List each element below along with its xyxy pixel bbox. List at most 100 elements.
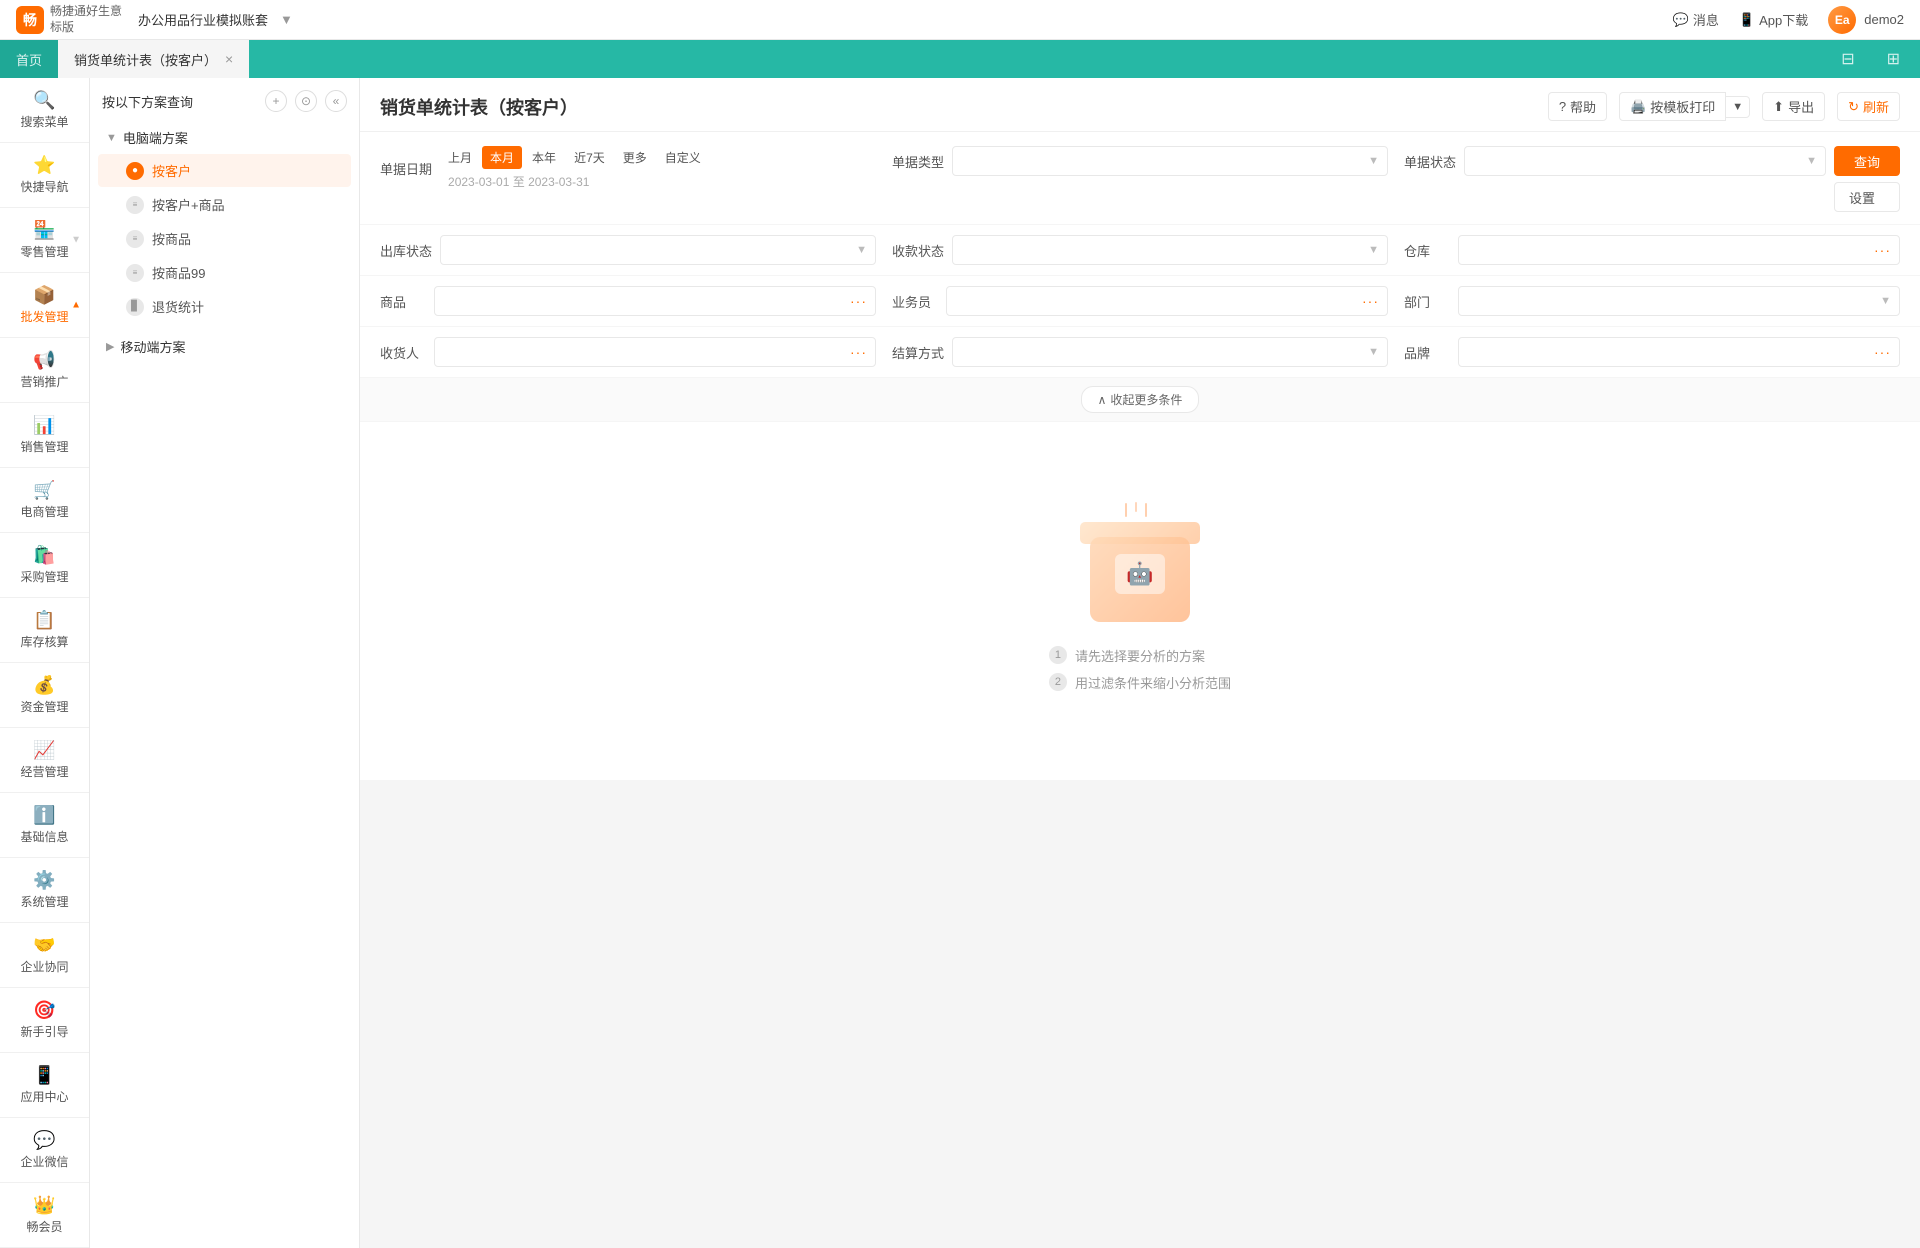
order-status-control[interactable]: ▼ — [1464, 146, 1826, 176]
scheme-item-by-goods[interactable]: ≡ 按商品 — [98, 222, 351, 255]
export-button[interactable]: ⬆ 导出 — [1762, 92, 1825, 121]
left-panel: 按以下方案查询 + ⊙ « ▼ 电脑端方案 ● 按客户 ≡ 按客户+商品 — [90, 78, 360, 1248]
content-area: 销货单统计表（按客户） ? 帮助 🖨️ 按模板打印 ▼ ⬆ 导出 — [360, 78, 1920, 1248]
scheme-item-by-customer-goods[interactable]: ≡ 按客户+商品 — [98, 188, 351, 221]
scheme-item-by-goods99[interactable]: ≡ 按商品99 — [98, 256, 351, 289]
collapse-panel-button[interactable]: « — [325, 90, 347, 112]
add-scheme-button[interactable]: + — [265, 90, 287, 112]
print-btn-group: 🖨️ 按模板打印 ▼ — [1619, 92, 1750, 121]
sidebar-item-quicknav[interactable]: ⭐ 快捷导航 — [0, 143, 89, 208]
payment-control[interactable]: ▼ — [952, 337, 1388, 367]
sidebar-label-newbie: 新手引导 — [6, 1023, 83, 1040]
warehouse-control[interactable]: ··· — [1458, 235, 1900, 265]
app-download-action[interactable]: 📱 App下载 — [1739, 10, 1808, 29]
settings-button[interactable]: 设置 — [1834, 182, 1900, 212]
brand-control[interactable]: ··· — [1458, 337, 1900, 367]
steam-2 — [1135, 502, 1137, 512]
date-tab-last-month[interactable]: 上月 — [440, 146, 480, 169]
scheme-item-returns[interactable]: ▊ 退货统计 — [98, 290, 351, 323]
sidebar-item-newbie[interactable]: 🎯 新手引导 — [0, 988, 89, 1053]
sidebar-label-system: 系统管理 — [6, 893, 83, 910]
scheme-group-desktop-header[interactable]: ▼ 电脑端方案 — [98, 122, 351, 153]
sidebar-item-sales[interactable]: 📊 销售管理 — [0, 403, 89, 468]
print-label: 按模板打印 — [1650, 97, 1715, 116]
sidebar-item-finance[interactable]: 💰 资金管理 — [0, 663, 89, 728]
help-button[interactable]: ? 帮助 — [1548, 92, 1607, 121]
sidebar-item-search[interactable]: 🔍 搜索菜单 — [0, 78, 89, 143]
print-dropdown-button[interactable]: ▼ — [1726, 96, 1750, 118]
date-tab-this-year[interactable]: 本年 — [524, 146, 564, 169]
scheme-icon-g99: ≡ — [126, 264, 144, 282]
date-tab-custom[interactable]: 自定义 — [657, 146, 709, 169]
order-type-control[interactable]: ▼ — [952, 146, 1388, 176]
tab-maximize-icon[interactable]: ⊞ — [1875, 49, 1912, 69]
sidebar-item-collab[interactable]: 🤝 企业协同 — [0, 923, 89, 988]
empty-box-screen: 🤖 — [1115, 554, 1165, 594]
collapse-button[interactable]: ∧ 收起更多条件 — [1081, 386, 1200, 413]
goods-label: 商品 — [380, 292, 426, 311]
sidebar-item-basics[interactable]: ℹ️ 基础信息 — [0, 793, 89, 858]
receipt-status-cell: 收款状态 ▼ — [892, 235, 1388, 265]
date-controls: 上月 本月 本年 近7天 更多 自定义 2023-03-01 至 2023-03… — [440, 146, 876, 190]
sidebar-label-member: 畅会员 — [6, 1218, 83, 1235]
wechat-icon: 💬 — [6, 1130, 83, 1151]
salesperson-dots-icon: ··· — [1362, 293, 1379, 309]
department-arrow-icon: ▼ — [1880, 295, 1891, 307]
goods-control[interactable]: ··· — [434, 286, 876, 316]
order-type-arrow-icon: ▼ — [1368, 155, 1379, 167]
title-dropdown-icon[interactable]: ▼ — [280, 12, 293, 27]
logo-text: 畅捷通好生意标版 — [50, 4, 122, 35]
sidebar-item-retail[interactable]: 🏪 零售管理 ▼ — [0, 208, 89, 273]
sidebar-item-inventory[interactable]: 📋 库存核算 — [0, 598, 89, 663]
query-button[interactable]: 查询 — [1834, 146, 1900, 176]
print-button[interactable]: 🖨️ 按模板打印 — [1619, 92, 1726, 121]
tab-home[interactable]: 首页 — [0, 40, 58, 78]
date-tab-this-month[interactable]: 本月 — [482, 146, 522, 169]
sidebar-item-member[interactable]: 👑 畅会员 — [0, 1183, 89, 1248]
message-action[interactable]: 💬 消息 — [1673, 10, 1719, 29]
out-status-control[interactable]: ▼ — [440, 235, 876, 265]
group-expand-icon: ▼ — [106, 132, 117, 144]
consignee-control[interactable]: ··· — [434, 337, 876, 367]
scheme-item-by-customer[interactable]: ● 按客户 — [98, 154, 351, 187]
message-label: 消息 — [1693, 10, 1719, 29]
department-control[interactable]: ▼ — [1458, 286, 1900, 316]
sidebar-item-system[interactable]: ⚙️ 系统管理 — [0, 858, 89, 923]
operations-icon: 📈 — [6, 740, 83, 761]
receipt-status-arrow-icon: ▼ — [1368, 244, 1379, 256]
brand-label: 品牌 — [1404, 343, 1450, 362]
header-right: 💬 消息 📱 App下载 Ea demo2 — [1673, 6, 1904, 34]
date-tab-7days[interactable]: 近7天 — [566, 146, 613, 169]
order-status-cell: 单据状态 ▼ — [1404, 146, 1826, 176]
payment-cell: 结算方式 ▼ — [892, 337, 1388, 367]
tab-sales-stats[interactable]: 销货单统计表（按客户） × — [58, 40, 249, 78]
scheme-icon-r: ▊ — [126, 298, 144, 316]
sidebar-item-ecommerce[interactable]: 🛒 电商管理 — [0, 468, 89, 533]
salesperson-control[interactable]: ··· — [946, 286, 1388, 316]
out-status-label: 出库状态 — [380, 241, 432, 260]
date-tab-more[interactable]: 更多 — [615, 146, 655, 169]
scheme-group-mobile-header[interactable]: ▶ 移动端方案 — [98, 331, 351, 362]
order-status-arrow-icon: ▼ — [1806, 155, 1817, 167]
empty-box-top — [1080, 522, 1200, 544]
system-icon: ⚙️ — [6, 870, 83, 891]
tab-minimize-icon[interactable]: ⊟ — [1829, 49, 1866, 69]
tab-close-icon[interactable]: × — [225, 52, 233, 66]
sidebar-item-wechat[interactable]: 💬 企业微信 — [0, 1118, 89, 1183]
user-action[interactable]: Ea demo2 — [1828, 6, 1904, 34]
sidebar-label-finance: 资金管理 — [6, 698, 83, 715]
refresh-button[interactable]: ↻ 刷新 — [1837, 92, 1900, 121]
empty-hint-2: 2 用过滤条件来缩小分析范围 — [1049, 673, 1231, 692]
sidebar-item-purchase[interactable]: 🛍️ 采购管理 — [0, 533, 89, 598]
left-panel-header: 按以下方案查询 + ⊙ « — [90, 90, 359, 122]
sidebar-item-marketing[interactable]: 📢 营销推广 — [0, 338, 89, 403]
sidebar-item-appcenter[interactable]: 📱 应用中心 — [0, 1053, 89, 1118]
sidebar-item-operations[interactable]: 📈 经营管理 — [0, 728, 89, 793]
top-header: 畅 畅捷通好生意标版 办公用品行业模拟账套 ▼ 💬 消息 📱 App下载 Ea … — [0, 0, 1920, 40]
receipt-status-control[interactable]: ▼ — [952, 235, 1388, 265]
sidebar-item-wholesale[interactable]: 📦 批发管理 ▲ — [0, 273, 89, 338]
goods-cell: 商品 ··· — [380, 286, 876, 316]
collapse-row: ∧ 收起更多条件 — [360, 378, 1920, 421]
settings-scheme-button[interactable]: ⊙ — [295, 90, 317, 112]
date-filter-cell: 单据日期 上月 本月 本年 近7天 更多 自定义 2023-03-01 至 20… — [380, 146, 876, 190]
